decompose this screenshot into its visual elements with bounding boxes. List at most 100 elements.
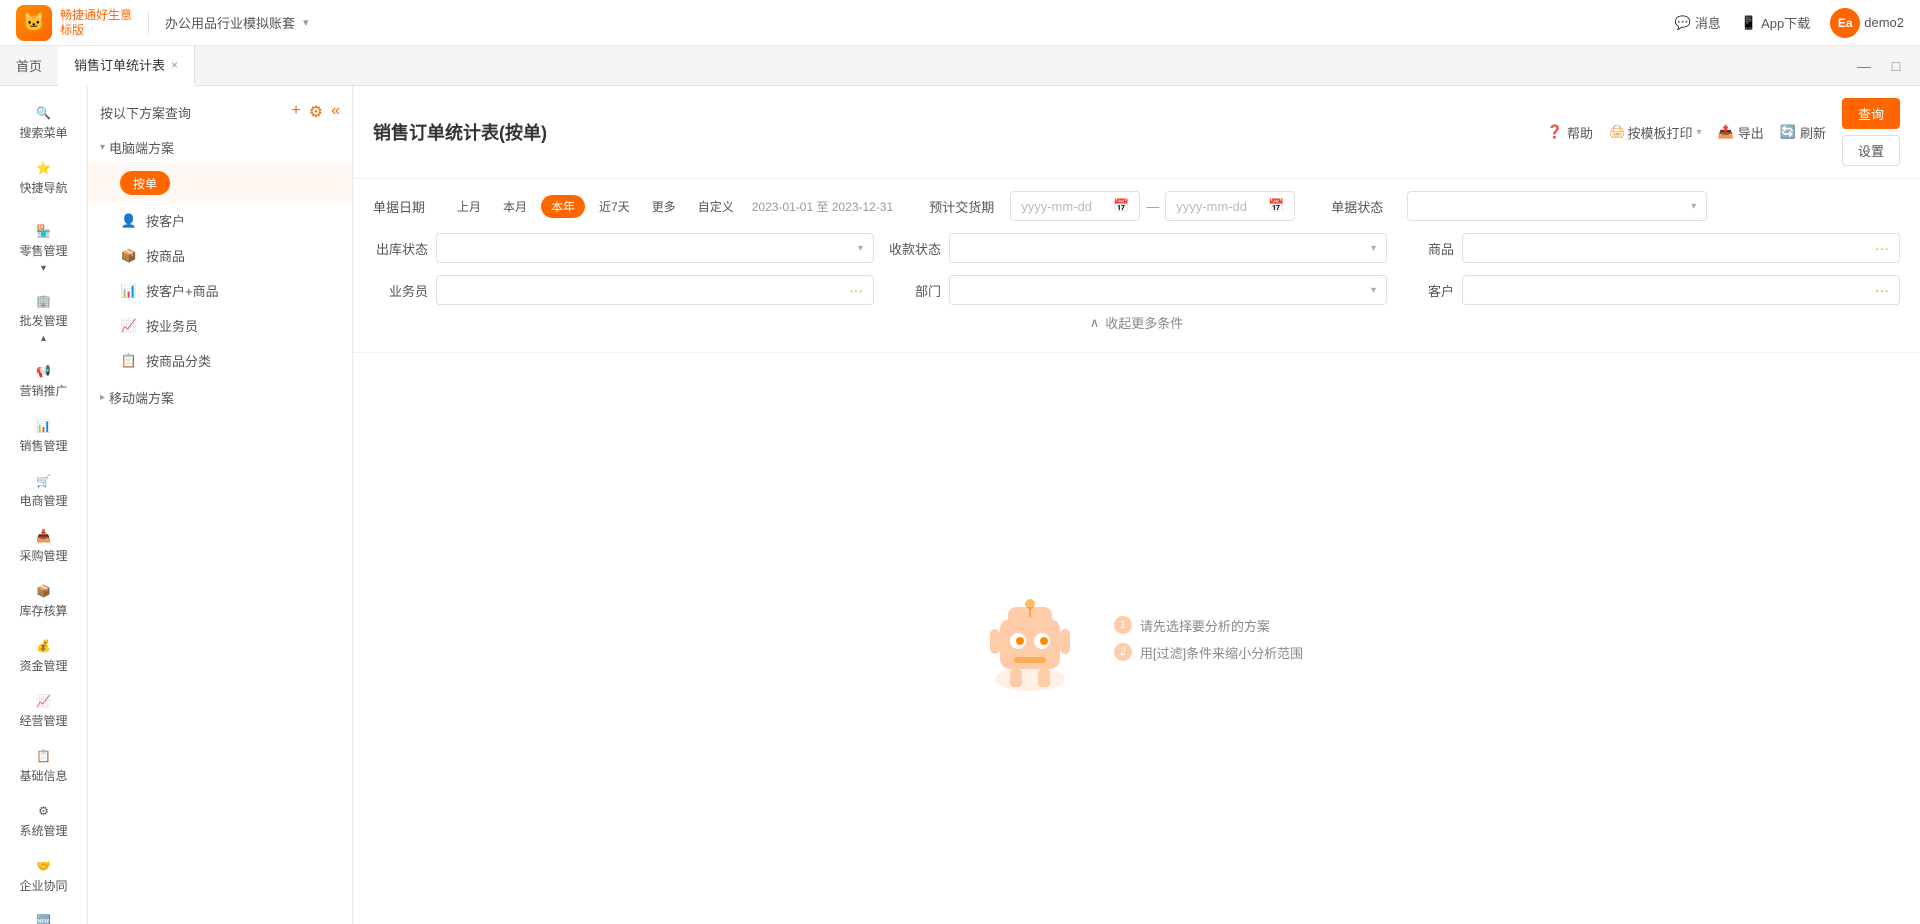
enterprise-icon: 🤝 xyxy=(36,859,51,873)
sidebar-item-wholesale[interactable]: 🏢 批发管理 ▴ xyxy=(0,284,87,354)
date-label: 单据日期 xyxy=(373,197,433,216)
date-range-text: 2023-01-01 至 2023-12-31 xyxy=(752,198,893,215)
settings-button[interactable]: 设置 xyxy=(1842,135,1900,166)
sidebar-item-marketing[interactable]: 📢 营销推广 xyxy=(0,354,87,409)
sidebar-item-sales[interactable]: 📊 销售管理 xyxy=(0,409,87,464)
page-actions: ❓ 帮助 🖨 按模板打印 ▾ 📤 导出 🔄 刷新 xyxy=(1547,98,1900,166)
category-scheme-label: 按商品分类 xyxy=(146,351,211,370)
filter-row-1: 单据日期 上月 本月 本年 近7天 更多 自定义 2023-01-01 至 20… xyxy=(373,191,1900,221)
empty-state: 1 请先选择要分析的方案 2 用[过滤]条件来缩小分析范围 xyxy=(353,353,1920,924)
tab-sales-order[interactable]: 销售订单统计表 × xyxy=(58,46,195,86)
sidebar-item-inventory[interactable]: 📦 库存核算 xyxy=(0,574,87,629)
payment-status-select[interactable]: ▾ xyxy=(949,233,1387,263)
app-download-button[interactable]: 📱 App下载 xyxy=(1741,13,1810,32)
print-dropdown-icon: ▾ xyxy=(1697,127,1702,138)
out-status-label: 出库状态 xyxy=(373,239,428,258)
empty-state-content: 1 请先选择要分析的方案 2 用[过滤]条件来缩小分析范围 xyxy=(970,579,1303,699)
help-button[interactable]: ❓ 帮助 xyxy=(1547,123,1593,142)
message-button[interactable]: 💬 消息 xyxy=(1675,13,1721,32)
collapse-filters-button[interactable]: ∧ 收起更多条件 xyxy=(373,305,1900,340)
collapse-panel-icon[interactable]: « xyxy=(331,102,340,122)
export-button[interactable]: 📤 导出 xyxy=(1718,123,1764,142)
date-btn-thisyear[interactable]: 本年 xyxy=(541,195,585,218)
active-scheme-badge[interactable]: 按单 xyxy=(120,171,170,195)
desktop-scheme-header[interactable]: ▾ 电脑端方案 xyxy=(88,132,352,163)
date-btn-more[interactable]: 更多 xyxy=(644,195,684,218)
date-from-placeholder: yyyy-mm-dd xyxy=(1021,199,1092,214)
customer-scheme-icon: 👤 xyxy=(120,212,138,230)
add-scheme-icon[interactable]: + xyxy=(291,102,300,122)
window-maximize-button[interactable]: □ xyxy=(1884,54,1908,78)
sidebar-search[interactable]: 🔍 搜索菜单 xyxy=(0,96,87,151)
marketing-icon: 📢 xyxy=(36,364,51,378)
expected-date-control: yyyy-mm-dd 📅 — yyyy-mm-dd 📅 xyxy=(1010,191,1295,221)
sidebar: 🔍 搜索菜单 ⭐ 快捷导航 🏪 零售管理 ▾ 🏢 批发管理 ▴ 📢 营销推广 📊… xyxy=(0,86,88,924)
user-menu[interactable]: Ea demo2 xyxy=(1830,8,1904,38)
empty-state-illustration xyxy=(970,579,1090,699)
goods-more-icon[interactable]: ··· xyxy=(1875,240,1889,256)
date-btn-custom[interactable]: 自定义 xyxy=(690,195,742,218)
sidebar-quicknav[interactable]: ⭐ 快捷导航 xyxy=(0,151,87,206)
sidebar-item-purchase[interactable]: 📥 采购管理 xyxy=(0,519,87,574)
outstatus-dropdown-icon: ▾ xyxy=(858,243,863,254)
hint-text-1: 请先选择要分析的方案 xyxy=(1140,616,1270,635)
date-separator: — xyxy=(1146,199,1159,214)
sales-tab-label: 销售订单统计表 xyxy=(74,55,165,74)
sidebar-item-enterprise[interactable]: 🤝 企业协同 xyxy=(0,849,87,904)
filter-row-3: 业务员 ··· 部门 ▾ 客户 xyxy=(373,275,1900,305)
hint-text-2: 用[过滤]条件来缩小分析范围 xyxy=(1140,643,1303,662)
scheme-by-order[interactable]: 按单 xyxy=(88,163,352,203)
sidebar-item-retail[interactable]: 🏪 零售管理 ▾ xyxy=(0,214,87,284)
sidebar-item-basic[interactable]: 📋 基础信息 xyxy=(0,739,87,794)
query-button[interactable]: 查询 xyxy=(1842,98,1900,129)
tab-actions: — □ xyxy=(1852,54,1920,78)
tab-home[interactable]: 首页 xyxy=(0,46,58,86)
print-button[interactable]: 🖨 按模板打印 ▾ xyxy=(1609,123,1702,142)
tab-close-icon[interactable]: × xyxy=(171,58,178,72)
customer-more-icon[interactable]: ··· xyxy=(1875,282,1889,298)
filter-area: 单据日期 上月 本月 本年 近7天 更多 自定义 2023-01-01 至 20… xyxy=(353,179,1920,353)
refresh-button[interactable]: 🔄 刷新 xyxy=(1780,123,1826,142)
settings-scheme-icon[interactable]: ⚙ xyxy=(309,102,323,122)
sidebar-item-ecommerce[interactable]: 🛒 电商管理 xyxy=(0,464,87,519)
sidebar-item-system[interactable]: ⚙ 系统管理 xyxy=(0,794,87,849)
left-panel-actions: + ⚙ « xyxy=(291,102,340,122)
export-icon: 📤 xyxy=(1718,124,1734,140)
calendar-to-icon: 📅 xyxy=(1268,198,1284,214)
customer-input[interactable]: ··· xyxy=(1462,275,1900,305)
scheme-by-product[interactable]: 📦 按商品 xyxy=(88,238,352,273)
sidebar-item-guide[interactable]: 🆕 新手引导 xyxy=(0,904,87,924)
salesman-more-icon[interactable]: ··· xyxy=(849,282,863,298)
desktop-scheme-group: ▾ 电脑端方案 按单 👤 按客户 📦 按商品 📊 按客户+商品 xyxy=(88,132,352,378)
sidebar-item-operations[interactable]: 📈 经营管理 xyxy=(0,684,87,739)
scheme-by-customer[interactable]: 👤 按客户 xyxy=(88,203,352,238)
expected-date-from[interactable]: yyyy-mm-dd 📅 xyxy=(1010,191,1140,221)
status-select[interactable]: ▾ xyxy=(1407,191,1707,221)
expected-date-to[interactable]: yyyy-mm-dd 📅 xyxy=(1165,191,1295,221)
date-btn-lastmonth[interactable]: 上月 xyxy=(449,195,489,218)
app-title-dropdown[interactable]: ▾ xyxy=(303,16,309,29)
scheme-by-salesman[interactable]: 📈 按业务员 xyxy=(88,308,352,343)
window-minimize-button[interactable]: — xyxy=(1852,54,1876,78)
filter-cell-goods: 商品 ··· xyxy=(1399,233,1900,263)
expected-date-label: 预计交货期 xyxy=(929,197,994,216)
scheme-by-category[interactable]: 📋 按商品分类 xyxy=(88,343,352,378)
sidebar-item-finance[interactable]: 💰 资金管理 xyxy=(0,629,87,684)
home-tab-label: 首页 xyxy=(16,56,42,75)
goods-label: 商品 xyxy=(1399,239,1454,258)
mobile-scheme-header[interactable]: ▸ 移动端方案 xyxy=(88,382,352,413)
scheme-by-cust-prod[interactable]: 📊 按客户+商品 xyxy=(88,273,352,308)
date-btn-7days[interactable]: 近7天 xyxy=(591,195,638,218)
customer-label: 客户 xyxy=(1399,281,1454,300)
empty-state-hints: 1 请先选择要分析的方案 2 用[过滤]条件来缩小分析范围 xyxy=(1114,616,1303,662)
goods-input[interactable]: ··· xyxy=(1462,233,1900,263)
out-status-select[interactable]: ▾ xyxy=(436,233,874,263)
search-icon: 🔍 xyxy=(36,106,51,120)
basic-icon: 📋 xyxy=(36,749,51,763)
salesman-input[interactable]: ··· xyxy=(436,275,874,305)
date-btn-thismonth[interactable]: 本月 xyxy=(495,195,535,218)
dept-select[interactable]: ▾ xyxy=(949,275,1387,305)
purchase-icon: 📥 xyxy=(36,529,51,543)
main-content: 销售订单统计表(按单) ❓ 帮助 🖨 按模板打印 ▾ 📤 导出 xyxy=(353,86,1920,924)
ecommerce-icon: 🛒 xyxy=(36,474,51,488)
